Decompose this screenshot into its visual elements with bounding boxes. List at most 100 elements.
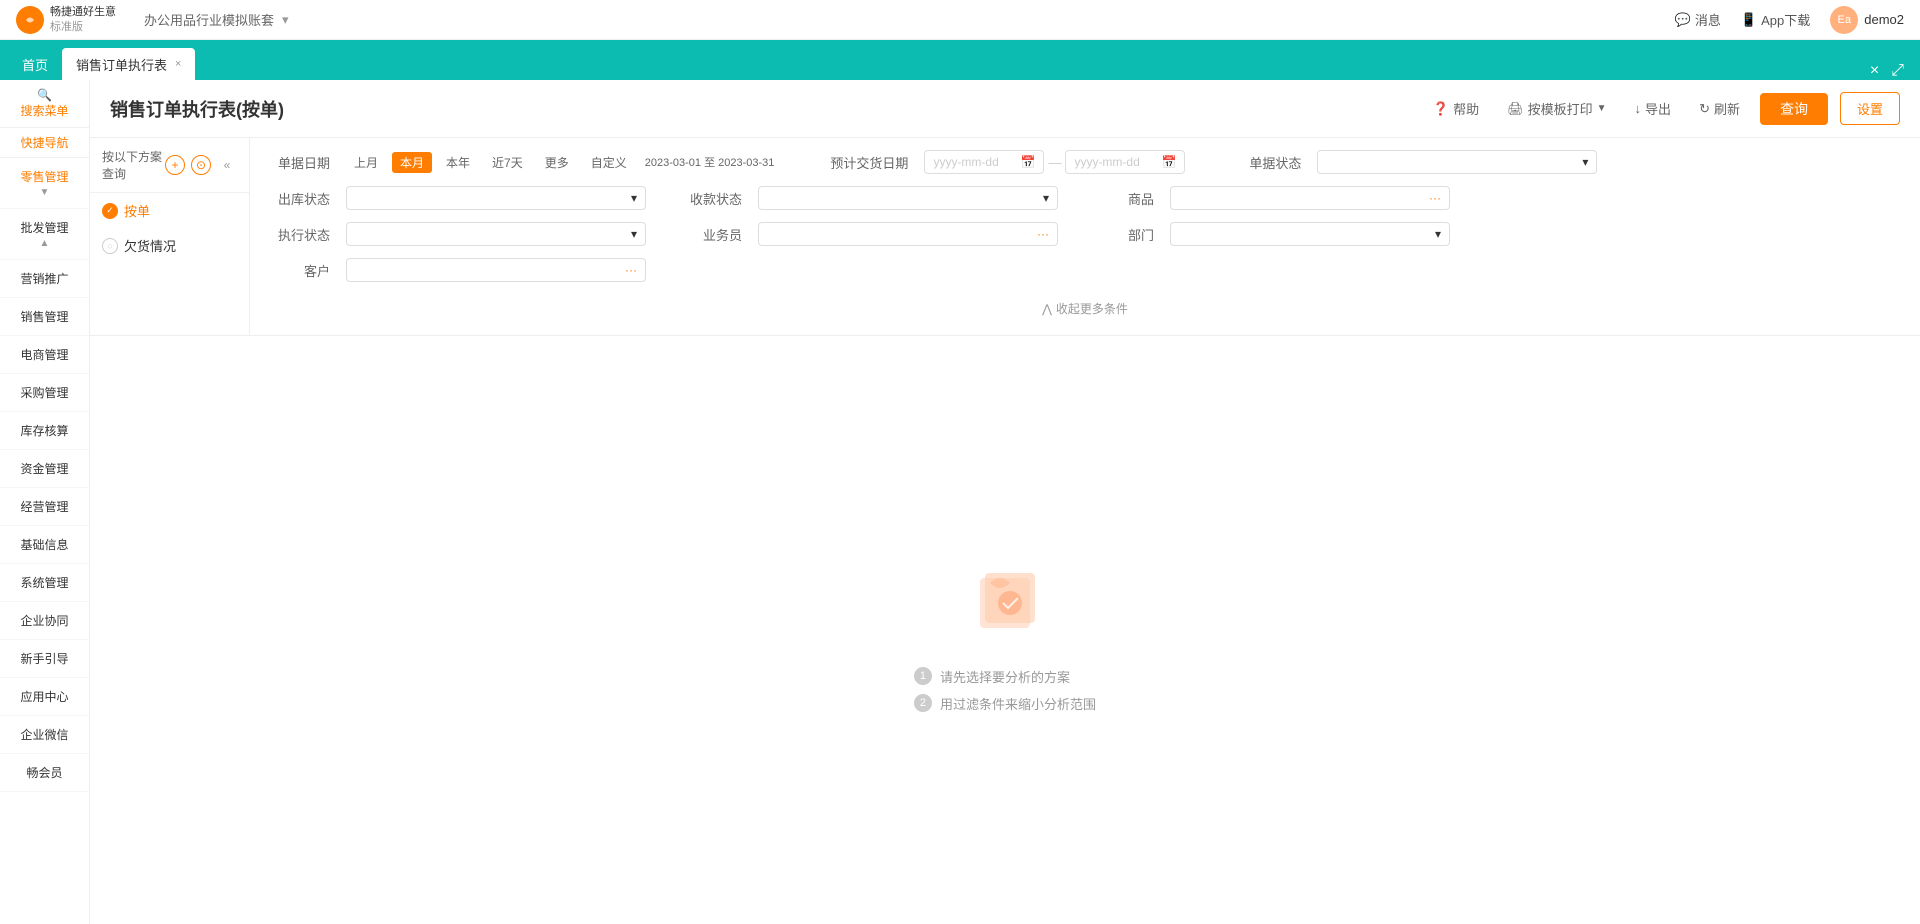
tab-bar: 首页 销售订单执行表 × × ⤢ [0,40,1920,80]
print-button[interactable]: 🖨 按模板打印 ▼ [1499,95,1614,122]
tab-close-icon[interactable]: × [175,58,181,70]
page-actions: ❓ 帮助 🖨 按模板打印 ▼ ↓ 导出 ↻ 刷新 查询 设置 [1425,92,1900,137]
filter-section: 按以下方案查询 + ⊙ « ✓ 按单 ○ 欠货情况 [90,138,1920,336]
scheme-item-shortage[interactable]: ○ 欠货情况 [90,228,249,263]
customer-input[interactable]: ··· [346,258,646,282]
settings-button[interactable]: 设置 [1840,92,1900,125]
tip-num-2: 2 [914,694,932,712]
user-area[interactable]: Ea demo2 [1830,6,1904,34]
date-chip-this-year[interactable]: 本年 [438,152,478,173]
department-label: 部门 [1094,225,1154,244]
chevron-down-icon: ▼ [40,187,50,198]
window-expand-icon[interactable]: ⤢ [1891,62,1904,80]
sidebar-item-apps[interactable]: 应用中心 [0,678,89,716]
breadcrumb[interactable]: 办公用品行业模拟账套 ▾ [144,10,289,29]
date-chips-group: 上月 本月 本年 近7天 更多 自定义 2023-03-01 至 2023-03… [346,152,774,173]
more-icon-3[interactable]: ··· [625,263,637,277]
sidebar-item-inventory[interactable]: 库存核算 [0,412,89,450]
more-icon[interactable]: ··· [1429,191,1441,205]
breadcrumb-arrow-icon[interactable]: ▾ [282,12,289,28]
salesperson-input[interactable]: ··· [758,222,1058,246]
sidebar-item-retail[interactable]: 零售管理 ▼ [0,158,89,209]
sidebar-search[interactable]: 🔍 搜索菜单 [0,80,89,128]
app-icon: 📱 [1741,12,1757,28]
tip-num-1: 1 [914,667,932,685]
payment-status-select[interactable]: ▾ [758,186,1058,210]
help-button[interactable]: ❓ 帮助 [1425,95,1487,122]
goods-label: 商品 [1094,189,1154,208]
empty-illustration [955,548,1055,651]
window-close-icon[interactable]: × [1870,62,1879,80]
tab-home[interactable]: 首页 [8,48,62,80]
chevron-up-icon: ▲ [40,238,50,249]
collapse-button[interactable]: ⋀ 收起更多条件 [1036,294,1134,323]
sidebar-item-ecommerce[interactable]: 电商管理 [0,336,89,374]
empty-tip-1: 1 请先选择要分析的方案 [914,667,1096,686]
goods-input[interactable]: ··· [1170,186,1450,210]
date-label: 单据日期 [270,153,330,172]
date-chip-this-month[interactable]: 本月 [392,152,432,173]
message-button[interactable]: 💬 消息 [1675,10,1721,29]
search-icon: 🔍 [8,88,81,102]
app-download-button[interactable]: 📱 App下载 [1741,10,1810,29]
page-title: 销售订单执行表(按单) [110,96,284,134]
empty-tips: 1 请先选择要分析的方案 2 用过滤条件来缩小分析范围 [914,667,1096,713]
payment-status-label: 收款状态 [682,189,742,208]
customer-label: 客户 [270,261,330,280]
calendar-icon-2: 📅 [1161,155,1176,169]
warehouse-status-label: 出库状态 [270,189,330,208]
department-select[interactable]: ▾ [1170,222,1450,246]
message-icon: 💬 [1675,12,1691,28]
sidebar-item-purchase[interactable]: 采购管理 [0,374,89,412]
print-chevron-icon: ▼ [1597,103,1607,114]
sidebar-quick-nav[interactable]: 快捷导航 [0,128,89,158]
calendar-icon: 📅 [1020,155,1035,169]
expected-date-label: 预计交货日期 [830,153,908,172]
header-left: 畅捷通好生意 标准版 办公用品行业模拟账套 ▾ [16,5,289,34]
date-chip-7days[interactable]: 近7天 [484,152,531,173]
tab-sales-order[interactable]: 销售订单执行表 × [62,48,195,80]
sidebar: 🔍 搜索菜单 快捷导航 零售管理 ▼ 批发管理 ▲ 营销推广 销售管理 电商管理… [0,80,90,924]
sidebar-item-marketing[interactable]: 营销推广 [0,260,89,298]
filter-row-2: 出库状态 ▾ 收款状态 ▾ 商品 ··· [270,186,1900,210]
filter-rows: 单据日期 上月 本月 本年 近7天 更多 自定义 2023-03-01 至 20… [250,138,1920,335]
scheme-inactive-dot: ○ [102,238,118,254]
expected-date-start[interactable]: yyyy-mm-dd 📅 [924,150,1044,174]
refresh-icon: ↻ [1699,101,1710,117]
content-area: 销售订单执行表(按单) ❓ 帮助 🖨 按模板打印 ▼ ↓ 导出 ↻ 刷新 [90,80,1920,924]
help-icon: ❓ [1433,101,1449,117]
query-button[interactable]: 查询 [1760,93,1828,125]
salesperson-label: 业务员 [682,225,742,244]
collapse-row: ⋀ 收起更多条件 [270,294,1900,323]
sidebar-item-finance[interactable]: 资金管理 [0,450,89,488]
more-icon-2[interactable]: ··· [1037,227,1049,241]
sidebar-item-system[interactable]: 系统管理 [0,564,89,602]
sidebar-item-wechat[interactable]: 企业微信 [0,716,89,754]
status-select[interactable]: ▾ [1317,150,1597,174]
exec-status-select[interactable]: ▾ [346,222,646,246]
expected-date-end[interactable]: yyyy-mm-dd 📅 [1065,150,1185,174]
tab-bar-actions: × ⤢ [1870,62,1920,80]
sidebar-item-basics[interactable]: 基础信息 [0,526,89,564]
scheme-copy-button[interactable]: ⊙ [191,155,211,175]
date-chip-last-month[interactable]: 上月 [346,152,386,173]
scheme-add-button[interactable]: + [165,155,185,175]
sidebar-item-business[interactable]: 经营管理 [0,488,89,526]
sidebar-item-cooperation[interactable]: 企业协同 [0,602,89,640]
refresh-button[interactable]: ↻ 刷新 [1691,95,1748,122]
date-chip-custom[interactable]: 自定义 [583,152,635,173]
scheme-header: 按以下方案查询 + ⊙ « [90,138,249,193]
scheme-item-by-order[interactable]: ✓ 按单 [90,193,249,228]
export-button[interactable]: ↓ 导出 [1627,95,1680,122]
sidebar-item-sales[interactable]: 销售管理 [0,298,89,336]
warehouse-status-select[interactable]: ▾ [346,186,646,210]
sidebar-item-member[interactable]: 畅会员 [0,754,89,792]
date-chip-more[interactable]: 更多 [537,152,577,173]
sidebar-item-wholesale[interactable]: 批发管理 ▲ [0,209,89,260]
scheme-active-dot: ✓ [102,203,118,219]
scheme-collapse-button[interactable]: « [217,155,237,175]
main-layout: 🔍 搜索菜单 快捷导航 零售管理 ▼ 批发管理 ▲ 营销推广 销售管理 电商管理… [0,80,1920,924]
empty-state: 1 请先选择要分析的方案 2 用过滤条件来缩小分析范围 [90,336,1920,924]
sidebar-item-newbie[interactable]: 新手引导 [0,640,89,678]
top-header: 畅捷通好生意 标准版 办公用品行业模拟账套 ▾ 💬 消息 📱 App下载 Ea … [0,0,1920,40]
